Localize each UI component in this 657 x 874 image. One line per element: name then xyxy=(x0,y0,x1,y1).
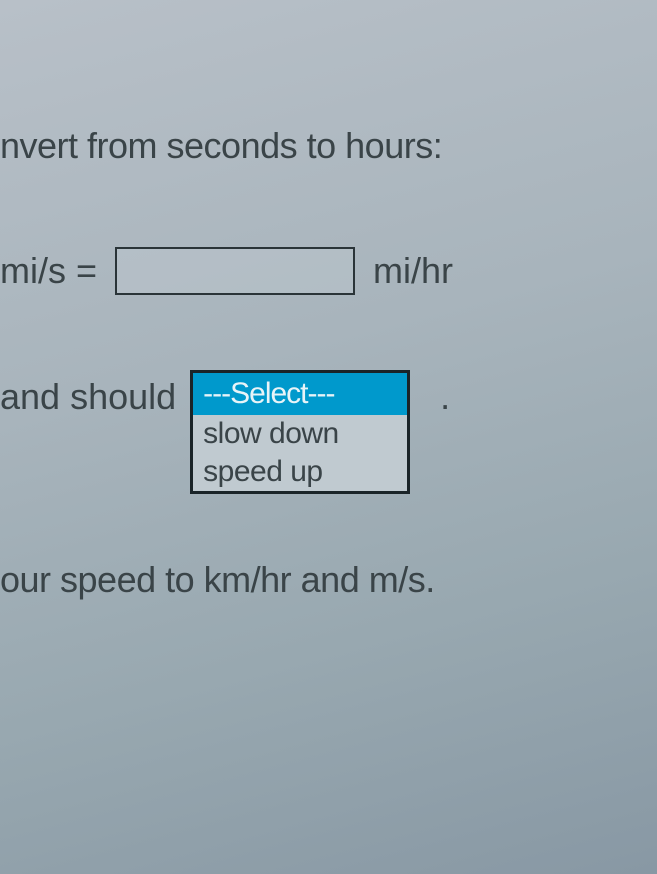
instruction-text-2: our speed to km/hr and m/s. xyxy=(0,559,657,601)
instruction-text-1: nvert from seconds to hours: xyxy=(0,125,657,167)
mi-per-hr-input[interactable] xyxy=(115,247,355,295)
input-right-label: mi/hr xyxy=(373,250,453,292)
dropdown-prefix-text: and should xyxy=(0,370,176,418)
sentence-period: . xyxy=(440,370,450,418)
conversion-row: mi/s = mi/hr xyxy=(0,247,657,295)
dropdown-option-speed-up[interactable]: speed up xyxy=(193,453,407,491)
dropdown-placeholder[interactable]: ---Select--- xyxy=(193,373,407,415)
input-left-label: mi/s = xyxy=(0,250,97,292)
dropdown-option-slow-down[interactable]: slow down xyxy=(193,415,407,453)
dropdown-row: and should ---Select--- slow down speed … xyxy=(0,370,657,494)
action-dropdown[interactable]: ---Select--- slow down speed up xyxy=(190,370,410,494)
